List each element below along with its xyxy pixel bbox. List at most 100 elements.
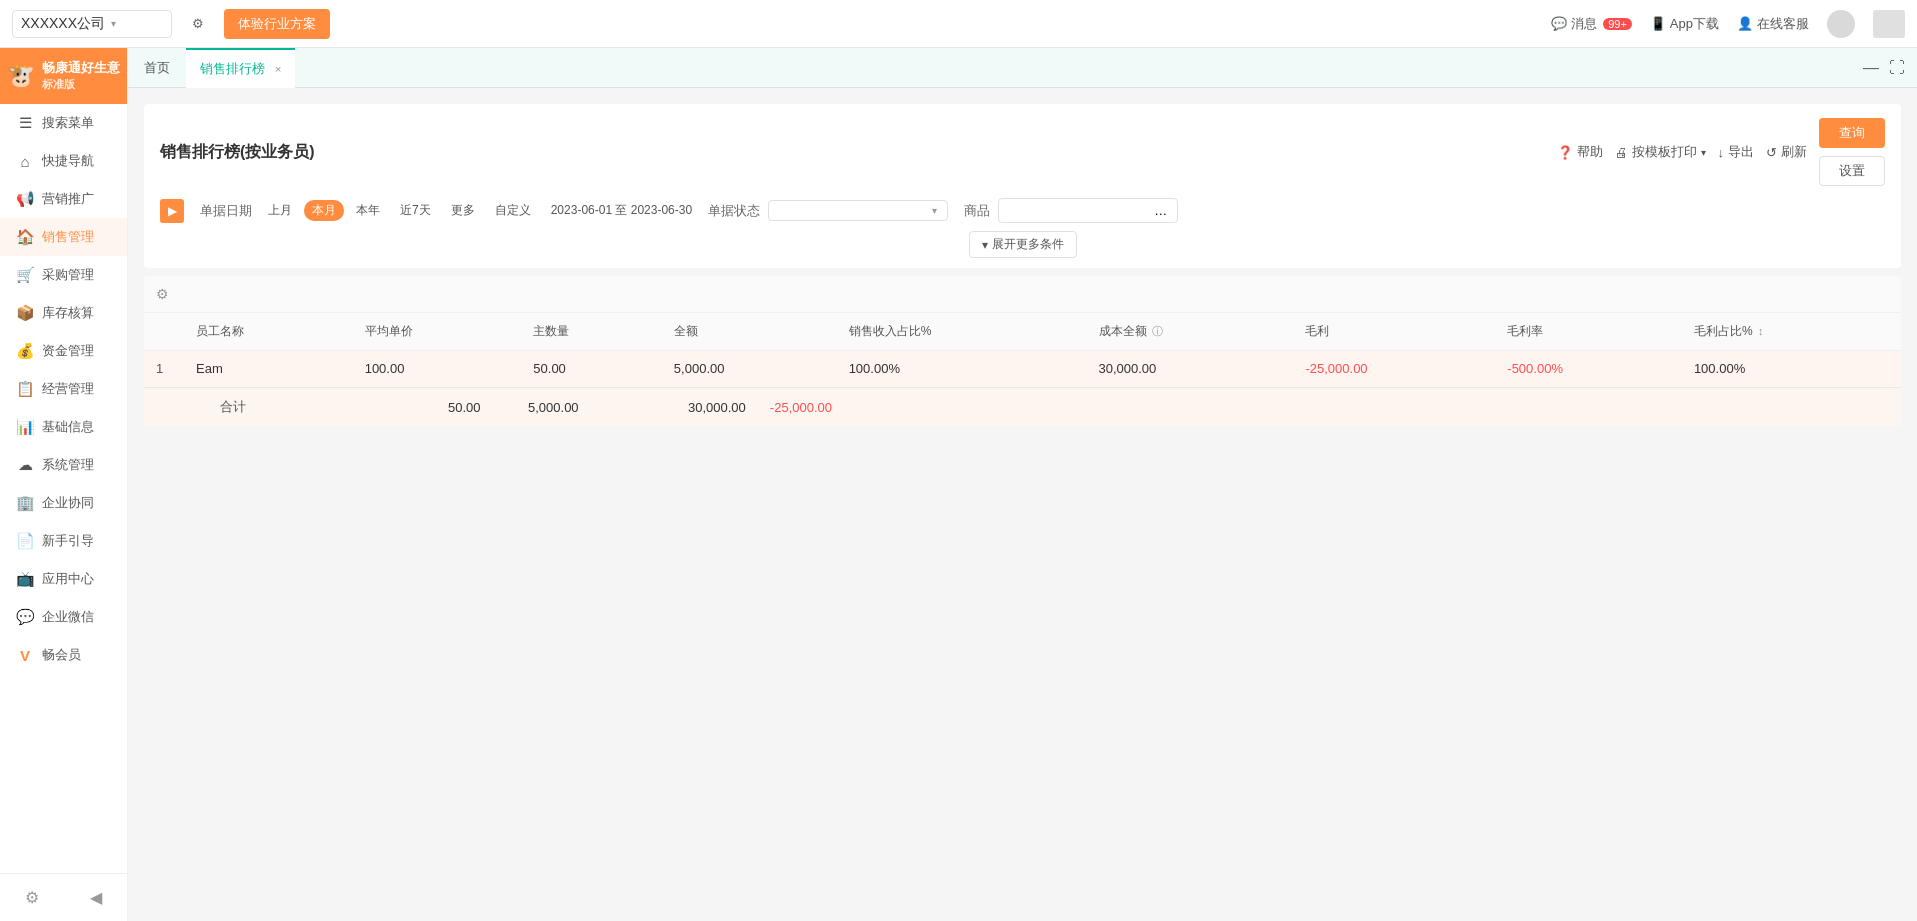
tab-sales-ranking[interactable]: 销售排行榜 × (186, 48, 295, 88)
collapse-arrow-button[interactable]: ▶ (160, 199, 184, 223)
status-filter: 单据状态 ▾ (708, 200, 948, 221)
sidebar-item-marketing[interactable]: 📢 营销推广 (0, 180, 127, 218)
sidebar-item-purchase[interactable]: 🛒 采购管理 (0, 256, 127, 294)
table-settings-icon[interactable]: ⚙ (156, 286, 169, 302)
sidebar-item-finance[interactable]: 💰 资金管理 (0, 332, 127, 370)
company-name: XXXXXX公司 (21, 15, 105, 33)
tab-home[interactable]: 首页 (128, 48, 186, 88)
data-table: 员工名称 平均单价 主数量 全额 销售收入占比% 成本全额 ⓘ 毛利 毛利率 (144, 313, 1901, 387)
sidebar: 🐮 畅康通好生意 标准版 ☰ 搜索菜单 ⌂ 快捷导航 📢 营销推广 🏠 销售 (0, 48, 128, 921)
help-button[interactable]: ❓ 帮助 (1557, 143, 1603, 161)
top-right-area: 💬 消息 99+ 📱 App下载 👤 在线客服 (1551, 10, 1905, 38)
col-gross-pct: 毛利占比% ↕ (1682, 313, 1901, 351)
col-name: 员工名称 (184, 313, 353, 351)
help-icon: ❓ (1557, 145, 1573, 160)
sidebar-item-shortcut[interactable]: ⌂ 快捷导航 (0, 142, 127, 180)
tab-active-label: 销售排行榜 (200, 60, 265, 78)
app-download-button[interactable]: 📱 App下载 (1650, 15, 1719, 33)
col-gross-rate: 毛利率 (1495, 313, 1682, 351)
sidebar-item-basic[interactable]: 📊 基础信息 (0, 408, 127, 446)
marketing-icon: 📢 (16, 190, 34, 208)
sidebar-item-sales[interactable]: 🏠 销售管理 (0, 218, 127, 256)
sidebar-item-inventory[interactable]: 📦 库存核算 (0, 294, 127, 332)
sidebar-item-wechat[interactable]: 💬 企业微信 (0, 598, 127, 636)
tab-close-icon[interactable]: × (275, 63, 281, 75)
tab-bar-right: — ⛶ (1851, 59, 1917, 77)
mobile-icon: 📱 (1650, 16, 1666, 31)
online-service-button[interactable]: 👤 在线客服 (1737, 15, 1809, 33)
tab-minimize-button[interactable]: — (1863, 59, 1879, 77)
message-button[interactable]: 💬 消息 99+ (1551, 15, 1632, 33)
table-header-row: 员工名称 平均单价 主数量 全额 销售收入占比% 成本全额 ⓘ 毛利 毛利率 (144, 313, 1901, 351)
goods-input[interactable]: … (998, 198, 1178, 223)
footer-values: 50.00 5,000.00 30,000.00 -25,000.00 (356, 400, 1889, 415)
sidebar-item-search[interactable]: ☰ 搜索菜单 (0, 104, 127, 142)
sidebar-settings-button[interactable]: ⚙ (19, 882, 45, 913)
cell-gross: -25,000.00 (1293, 351, 1495, 387)
user-name-area[interactable] (1873, 10, 1905, 38)
page-header: 销售排行榜(按业务员) ❓ 帮助 🖨 按模板打印 ▾ (144, 104, 1901, 268)
query-button[interactable]: 查询 (1819, 118, 1885, 148)
sidebar-label-shortcut: 快捷导航 (42, 152, 94, 170)
enterprise-icon: 🏢 (16, 494, 34, 512)
date-tab-more[interactable]: 更多 (443, 200, 483, 221)
cost-info-icon[interactable]: ⓘ (1152, 325, 1163, 337)
sidebar-label-apps: 应用中心 (42, 570, 94, 588)
tab-home-label: 首页 (144, 59, 170, 77)
query-set-group: 查询 设置 (1819, 118, 1885, 186)
sidebar-item-guide[interactable]: 📄 新手引导 (0, 522, 127, 560)
table-toolbar: ⚙ (144, 276, 1901, 313)
sidebar-label-enterprise: 企业协同 (42, 494, 94, 512)
footer-avg-price (356, 400, 436, 415)
sidebar-item-apps[interactable]: 📺 应用中心 (0, 560, 127, 598)
cell-rank: 1 (144, 351, 184, 387)
footer-gross: -25,000.00 (758, 400, 844, 415)
export-button[interactable]: ↓ 导出 (1718, 143, 1755, 161)
operation-icon: 📋 (16, 380, 34, 398)
sidebar-item-member[interactable]: V 畅会员 (0, 636, 127, 674)
logo-name: 畅康通好生意 (42, 60, 120, 77)
guide-icon: 📄 (16, 532, 34, 550)
date-tab-year[interactable]: 本年 (348, 200, 388, 221)
inventory-icon: 📦 (16, 304, 34, 322)
status-select[interactable]: ▾ (768, 200, 948, 221)
page-content: 销售排行榜(按业务员) ❓ 帮助 🖨 按模板打印 ▾ (128, 88, 1917, 921)
table-footer: 合计 50.00 5,000.00 30,000.00 -25,000.00 (144, 387, 1901, 426)
date-tab-prev[interactable]: 上月 (260, 200, 300, 221)
date-tab-current[interactable]: 本月 (304, 200, 344, 221)
sidebar-label-sales: 销售管理 (42, 228, 94, 246)
sidebar-label-operation: 经营管理 (42, 380, 94, 398)
sidebar-label-inventory: 库存核算 (42, 304, 94, 322)
footer-cost: 30,000.00 (676, 400, 758, 415)
trial-button[interactable]: 体验行业方案 (224, 9, 330, 39)
home-icon: ⌂ (16, 153, 34, 170)
status-filter-label: 单据状态 (708, 202, 760, 220)
sidebar-item-system[interactable]: ☁ 系统管理 (0, 446, 127, 484)
date-tabs: 上月 本月 本年 近7天 更多 自定义 (260, 200, 539, 221)
sidebar-label-basic: 基础信息 (42, 418, 94, 436)
refresh-button[interactable]: ↺ 刷新 (1766, 143, 1807, 161)
col-total: 全额 (662, 313, 837, 351)
basic-icon: 📊 (16, 418, 34, 436)
sidebar-collapse-button[interactable]: ◀ (84, 882, 108, 913)
date-tab-custom[interactable]: 自定义 (487, 200, 539, 221)
goods-filter: 商品 … (964, 198, 1178, 223)
date-tab-7days[interactable]: 近7天 (392, 200, 439, 221)
tab-expand-button[interactable]: ⛶ (1889, 59, 1905, 77)
settings-button[interactable]: 设置 (1819, 156, 1885, 186)
company-selector[interactable]: XXXXXX公司 ▾ (12, 10, 172, 38)
date-filter-label: 单据日期 (200, 202, 252, 220)
content-area: 首页 销售排行榜 × — ⛶ 销售排行榜(按业务员) (128, 48, 1917, 921)
print-button[interactable]: 🖨 按模板打印 ▾ (1615, 143, 1706, 161)
cell-name: Eam (184, 351, 353, 387)
sidebar-item-enterprise[interactable]: 🏢 企业协同 (0, 484, 127, 522)
sidebar-item-operation[interactable]: 📋 经营管理 (0, 370, 127, 408)
cell-main-qty: 50.00 (521, 351, 662, 387)
sales-icon: 🏠 (16, 228, 34, 246)
expand-more-button[interactable]: ▾ 展开更多条件 (969, 231, 1077, 258)
gross-pct-info-icon[interactable]: ↕ (1758, 325, 1764, 337)
refresh-icon: ↺ (1766, 145, 1777, 160)
topbar-settings-button[interactable]: ⚙ (182, 8, 214, 40)
avatar[interactable] (1827, 10, 1855, 38)
goods-filter-label: 商品 (964, 202, 990, 220)
